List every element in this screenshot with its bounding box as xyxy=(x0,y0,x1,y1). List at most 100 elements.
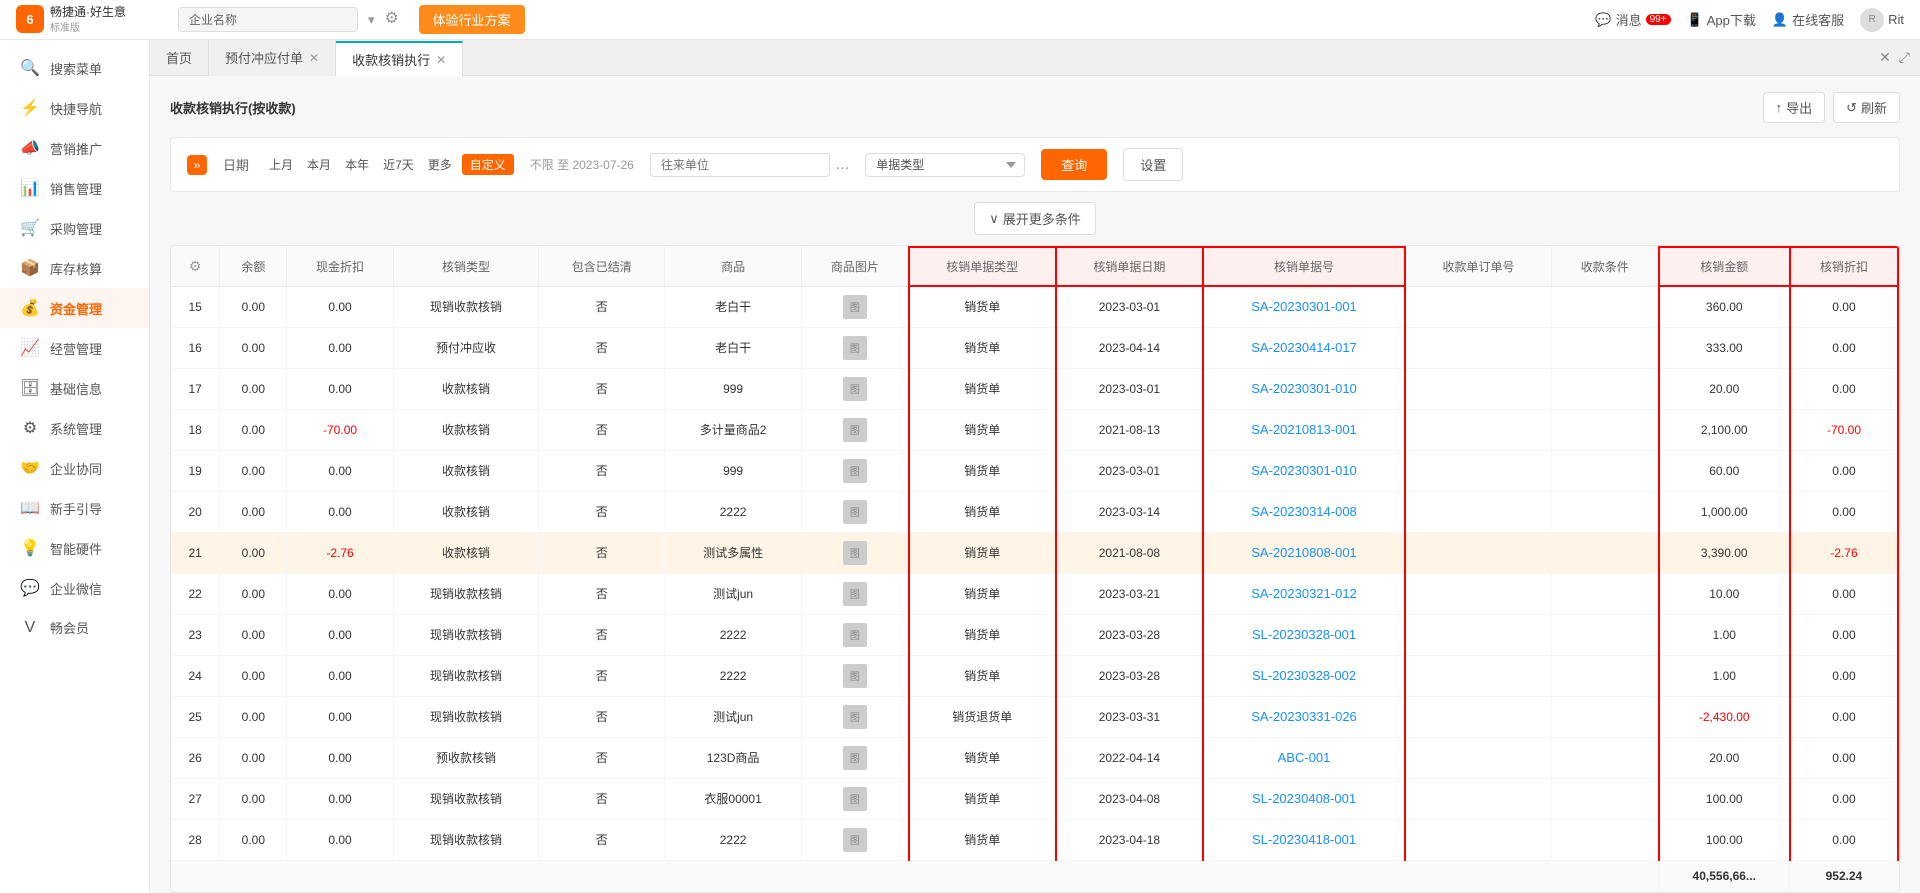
cell-goods-image: 图 xyxy=(802,327,909,368)
sidebar-item-operation[interactable]: 📈 经营管理 xyxy=(0,328,149,368)
refresh-btn[interactable]: ↺ 刷新 xyxy=(1833,92,1900,123)
cell-goods: 测试jun xyxy=(665,573,802,614)
app-download-btn[interactable]: 📱 App下载 xyxy=(1687,10,1756,29)
cell-include-settled: 否 xyxy=(539,655,665,696)
industry-btn[interactable]: 体验行业方案 xyxy=(419,5,525,34)
tab-receipt-verify-close-icon[interactable]: ✕ xyxy=(436,53,446,67)
sidebar-item-sales[interactable]: 📊 销售管理 xyxy=(0,168,149,208)
footer-verify-amount: 40,556,66... xyxy=(1659,860,1790,891)
cell-verify-bill-type: 销货单 xyxy=(909,614,1056,655)
verify-bill-no-link[interactable]: SL-20230328-002 xyxy=(1252,668,1356,683)
notification-icon: 💬 xyxy=(1595,12,1611,28)
cell-include-settled: 否 xyxy=(539,409,665,450)
sidebar-item-marketing[interactable]: 📣 营销推广 xyxy=(0,128,149,168)
this-year-btn[interactable]: 本年 xyxy=(341,154,373,175)
query-btn[interactable]: 查询 xyxy=(1041,149,1107,180)
sidebar: 🔍 搜索菜单 ⚡ 快捷导航 📣 营销推广 📊 销售管理 🛒 采购管理 📦 库存核… xyxy=(0,40,150,893)
settings-icon[interactable]: ⚙ xyxy=(189,258,202,274)
verify-bill-no-link[interactable]: SA-20230301-001 xyxy=(1251,299,1357,314)
cell-verify-bill-date: 2023-03-01 xyxy=(1056,286,1203,327)
sidebar-item-search[interactable]: 🔍 搜索菜单 xyxy=(0,48,149,88)
verify-bill-no-link[interactable]: SA-20230321-012 xyxy=(1251,586,1357,601)
tab-prepay-close-icon[interactable]: ✕ xyxy=(309,51,319,65)
notification-badge: 99+ xyxy=(1646,14,1671,25)
verify-bill-no-link[interactable]: SA-20230314-008 xyxy=(1251,504,1357,519)
collab-icon: 🤝 xyxy=(20,458,40,478)
filter-toggle-btn[interactable]: » xyxy=(187,155,207,175)
filter-settings-btn[interactable]: 设置 xyxy=(1123,148,1183,181)
company-selector[interactable]: 企业名称 xyxy=(178,7,358,32)
sidebar-item-purchase[interactable]: 🛒 采购管理 xyxy=(0,208,149,248)
cell-verify-bill-type: 销货退货单 xyxy=(909,696,1056,737)
cell-id: 20 xyxy=(171,491,220,532)
cell-verify-discount: 0.00 xyxy=(1790,491,1898,532)
cell-receipt-order-no xyxy=(1405,696,1551,737)
cell-verify-bill-date: 2023-03-28 xyxy=(1056,655,1203,696)
sidebar-item-system[interactable]: ⚙ 系统管理 xyxy=(0,408,149,448)
user-menu[interactable]: R Rit xyxy=(1860,8,1904,32)
cell-id: 23 xyxy=(171,614,220,655)
cell-receipt-condition xyxy=(1551,655,1658,696)
sidebar-item-member[interactable]: V 畅会员 xyxy=(0,608,149,647)
cell-balance: 0.00 xyxy=(220,409,287,450)
cell-verify-bill-date: 2023-04-14 xyxy=(1056,327,1203,368)
sidebar-item-collab[interactable]: 🤝 企业协同 xyxy=(0,448,149,488)
cell-verify-type: 现销收款核销 xyxy=(393,778,539,819)
sidebar-item-wechat[interactable]: 💬 企业微信 xyxy=(0,568,149,608)
cell-verify-bill-no: SL-20230418-001 xyxy=(1203,819,1405,860)
verify-bill-no-link[interactable]: SL-20230418-001 xyxy=(1252,832,1356,847)
customer-ellipsis[interactable]: ... xyxy=(836,156,849,174)
cell-verify-discount: 0.00 xyxy=(1790,286,1898,327)
notification-label: 消息 xyxy=(1616,10,1642,29)
sidebar-item-guide[interactable]: 📖 新手引导 xyxy=(0,488,149,528)
col-goods-image-header: 商品图片 xyxy=(802,247,909,286)
expand-more-btn[interactable]: ∨ 展开更多条件 xyxy=(974,202,1096,235)
verify-bill-no-link[interactable]: SL-20230328-001 xyxy=(1252,627,1356,642)
cell-goods: 123D商品 xyxy=(665,737,802,778)
cell-receipt-condition xyxy=(1551,450,1658,491)
tab-home[interactable]: 首页 xyxy=(150,40,209,76)
cell-verify-bill-date: 2021-08-13 xyxy=(1056,409,1203,450)
verify-bill-no-link[interactable]: SA-20230301-010 xyxy=(1251,463,1357,478)
verify-bill-no-link[interactable]: ABC-001 xyxy=(1278,750,1331,765)
verify-bill-no-link[interactable]: SA-20230414-017 xyxy=(1251,340,1357,355)
basic-icon: 🗄 xyxy=(20,378,40,398)
notification-btn[interactable]: 💬 消息 99+ xyxy=(1595,10,1670,29)
cell-receipt-condition xyxy=(1551,573,1658,614)
customer-input[interactable] xyxy=(650,153,830,177)
verify-bill-no-link[interactable]: SA-20230301-010 xyxy=(1251,381,1357,396)
cell-verify-discount: -70.00 xyxy=(1790,409,1898,450)
sidebar-item-basic[interactable]: 🗄 基础信息 xyxy=(0,368,149,408)
sidebar-item-hardware[interactable]: 💡 智能硬件 xyxy=(0,528,149,568)
verify-bill-no-link[interactable]: SA-20210813-001 xyxy=(1251,422,1357,437)
more-btn[interactable]: 更多 xyxy=(424,154,456,175)
customer-filter: ... xyxy=(650,153,849,177)
this-month-btn[interactable]: 本月 xyxy=(303,154,335,175)
cell-receipt-order-no xyxy=(1405,532,1551,573)
sidebar-item-shortcut[interactable]: ⚡ 快捷导航 xyxy=(0,88,149,128)
last7-btn[interactable]: 近7天 xyxy=(379,154,418,175)
verify-bill-no-link[interactable]: SL-20230408-001 xyxy=(1252,791,1356,806)
voucher-type-select[interactable]: 单据类型 xyxy=(865,153,1025,177)
verify-bill-no-link[interactable]: SA-20210808-001 xyxy=(1251,545,1357,560)
export-btn[interactable]: ↑ 导出 xyxy=(1763,92,1826,123)
tab-prepay[interactable]: 预付冲应付单 ✕ xyxy=(209,40,336,76)
gear-icon[interactable]: ⚙ xyxy=(385,8,409,32)
cell-verify-amount: 10.00 xyxy=(1659,573,1790,614)
table-body: 15 0.00 0.00 现销收款核销 否 老白干 图 销货单 2023-03-… xyxy=(171,286,1898,860)
company-dropdown-icon[interactable]: ▾ xyxy=(368,12,375,28)
last-month-btn[interactable]: 上月 xyxy=(265,154,297,175)
cell-goods: 999 xyxy=(665,450,802,491)
online-service-btn[interactable]: 👤 在线客服 xyxy=(1772,10,1844,29)
tab-receipt-verify[interactable]: 收款核销执行 ✕ xyxy=(336,41,463,77)
tab-close-all-btn[interactable]: ✕ xyxy=(1879,49,1891,66)
cell-verify-discount: -2.76 xyxy=(1790,532,1898,573)
cell-include-settled: 否 xyxy=(539,737,665,778)
sidebar-item-finance[interactable]: 💰 资金管理 xyxy=(0,288,149,328)
cell-id: 22 xyxy=(171,573,220,614)
sidebar-item-inventory[interactable]: 📦 库存核算 xyxy=(0,248,149,288)
custom-date-btn[interactable]: 自定义 xyxy=(462,154,514,175)
tab-expand-btn[interactable]: ⤢ xyxy=(1899,49,1910,66)
col-settings-header: ⚙ xyxy=(171,247,220,286)
verify-bill-no-link[interactable]: SA-20230331-026 xyxy=(1251,709,1357,724)
